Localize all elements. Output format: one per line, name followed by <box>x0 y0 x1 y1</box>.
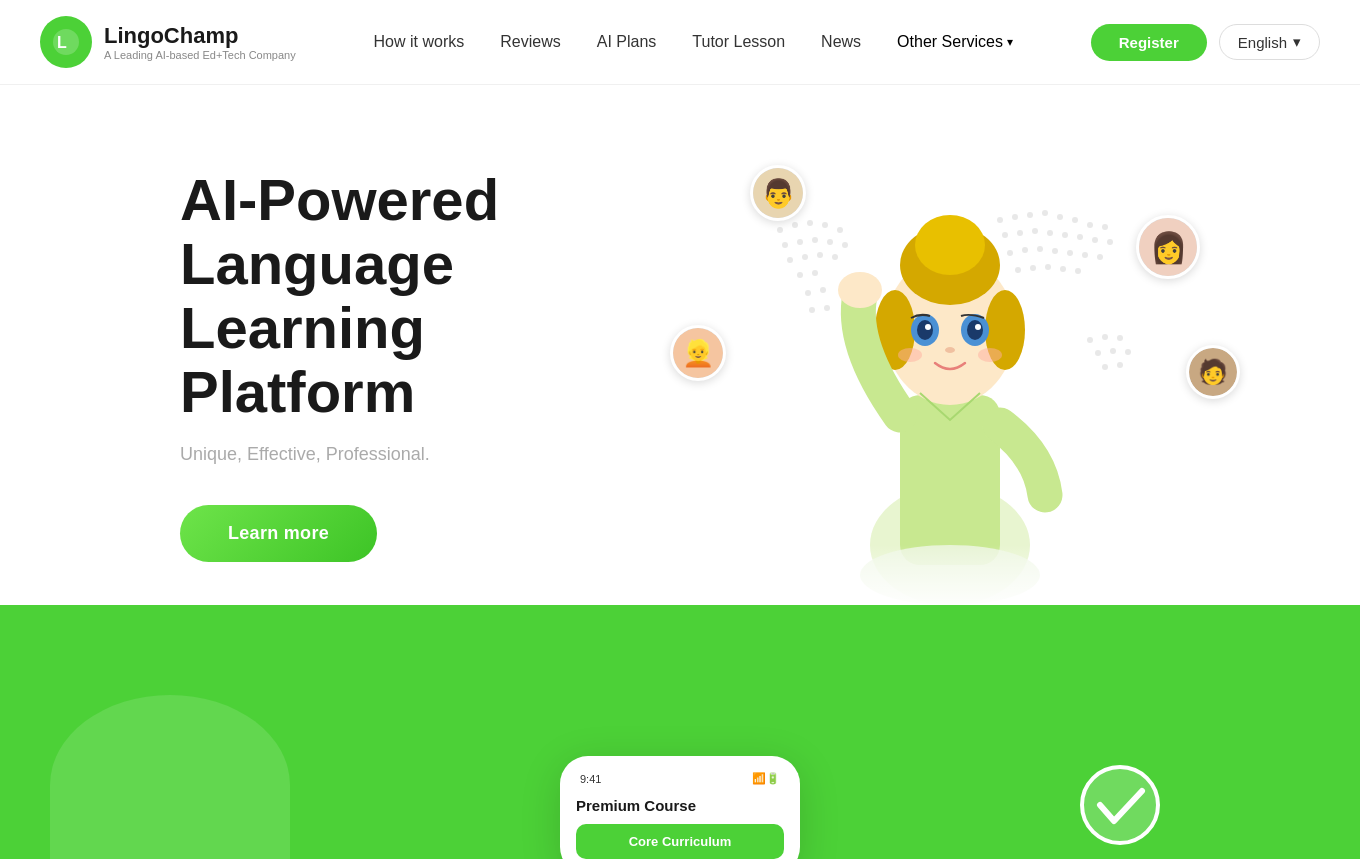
svg-point-70 <box>1117 335 1123 341</box>
nav-other-services[interactable]: Other Services ▾ <box>897 33 1013 51</box>
svg-point-81 <box>915 215 985 275</box>
svg-point-88 <box>925 324 931 330</box>
avatar-top: 👨 <box>750 165 806 221</box>
svg-point-73 <box>1125 349 1131 355</box>
svg-point-53 <box>782 242 788 248</box>
svg-point-89 <box>975 324 981 330</box>
hero-title-line3: Platform <box>180 359 415 424</box>
logo-subtitle: A Leading AI-based Ed+Tech Company <box>104 49 296 61</box>
svg-point-93 <box>838 272 882 308</box>
nav-right: Register English ▾ <box>1091 24 1320 61</box>
phone-mockup: 9:41 📶🔋 Premium Course Core Curriculum <box>560 756 800 859</box>
svg-point-92 <box>978 348 1002 362</box>
phone-status-bar: 9:41 📶🔋 <box>576 772 784 785</box>
svg-point-87 <box>967 320 983 340</box>
phone-signal-icon: 📶🔋 <box>752 772 780 785</box>
language-label: English <box>1238 34 1287 51</box>
logo-text: LingoChamp A Leading AI-based Ed+Tech Co… <box>104 23 296 61</box>
green-decorative-shape <box>50 695 290 859</box>
nav-other-services-label: Other Services <box>897 33 1003 51</box>
svg-point-90 <box>945 347 955 353</box>
phone-cta-button[interactable]: Core Curriculum <box>576 824 784 859</box>
avatar-mid-left: 👱 <box>670 325 726 381</box>
svg-rect-95 <box>860 545 1040 605</box>
svg-text:L: L <box>57 34 67 51</box>
nav-tutor-lesson-link[interactable]: Tutor Lesson <box>692 33 785 50</box>
svg-point-96 <box>1082 767 1158 843</box>
nav-reviews-link[interactable]: Reviews <box>500 33 560 50</box>
ai-character <box>800 145 1100 605</box>
svg-point-75 <box>1117 362 1123 368</box>
svg-point-86 <box>917 320 933 340</box>
phone-title: Premium Course <box>576 797 784 814</box>
hero-title-line2: Language Learning <box>180 231 454 360</box>
svg-point-48 <box>777 227 783 233</box>
hero-subtitle: Unique, Effective, Professional. <box>180 444 660 465</box>
nav-links: How it works Reviews AI Plans Tutor Less… <box>374 33 1013 51</box>
nav-how-it-works[interactable]: How it works <box>374 33 465 51</box>
register-button[interactable]: Register <box>1091 24 1207 61</box>
nav-how-it-works-link[interactable]: How it works <box>374 33 465 50</box>
nav-ai-plans[interactable]: AI Plans <box>597 33 657 51</box>
chevron-down-icon: ▾ <box>1007 35 1013 49</box>
learn-more-button[interactable]: Learn more <box>180 505 377 562</box>
svg-point-91 <box>898 348 922 362</box>
logo-area: L LingoChamp A Leading AI-based Ed+Tech … <box>40 16 296 68</box>
nav-tutor-lesson[interactable]: Tutor Lesson <box>692 33 785 51</box>
svg-point-72 <box>1110 348 1116 354</box>
svg-point-74 <box>1102 364 1108 370</box>
chevron-down-icon: ▾ <box>1293 33 1301 51</box>
phone-time: 9:41 <box>580 773 601 785</box>
hero-image-area: 👨 👱 👩 🧑 <box>660 125 1240 605</box>
check-circle-icon <box>1080 765 1160 845</box>
hero-section: AI-Powered Language Learning Platform Un… <box>0 85 1360 605</box>
hero-title-line1: AI-Powered <box>180 167 499 232</box>
hero-title: AI-Powered Language Learning Platform <box>180 168 660 423</box>
avatar-right-bot: 🧑 <box>1186 345 1240 399</box>
language-selector[interactable]: English ▾ <box>1219 24 1320 60</box>
nav-reviews[interactable]: Reviews <box>500 33 560 51</box>
svg-point-35 <box>1107 239 1113 245</box>
svg-point-69 <box>1102 334 1108 340</box>
svg-point-58 <box>787 257 793 263</box>
green-section: 9:41 📶🔋 Premium Course Core Curriculum <box>0 605 1360 859</box>
nav-news-link[interactable]: News <box>821 33 861 50</box>
logo-icon: L <box>40 16 92 68</box>
hero-content: AI-Powered Language Learning Platform Un… <box>180 168 660 561</box>
logo-title: LingoChamp <box>104 23 296 49</box>
avatar-right-top: 👩 <box>1136 215 1200 279</box>
nav-ai-plans-link[interactable]: AI Plans <box>597 33 657 50</box>
svg-point-27 <box>1102 224 1108 230</box>
nav-news[interactable]: News <box>821 33 861 51</box>
svg-point-49 <box>792 222 798 228</box>
navbar: L LingoChamp A Leading AI-based Ed+Tech … <box>0 0 1360 85</box>
